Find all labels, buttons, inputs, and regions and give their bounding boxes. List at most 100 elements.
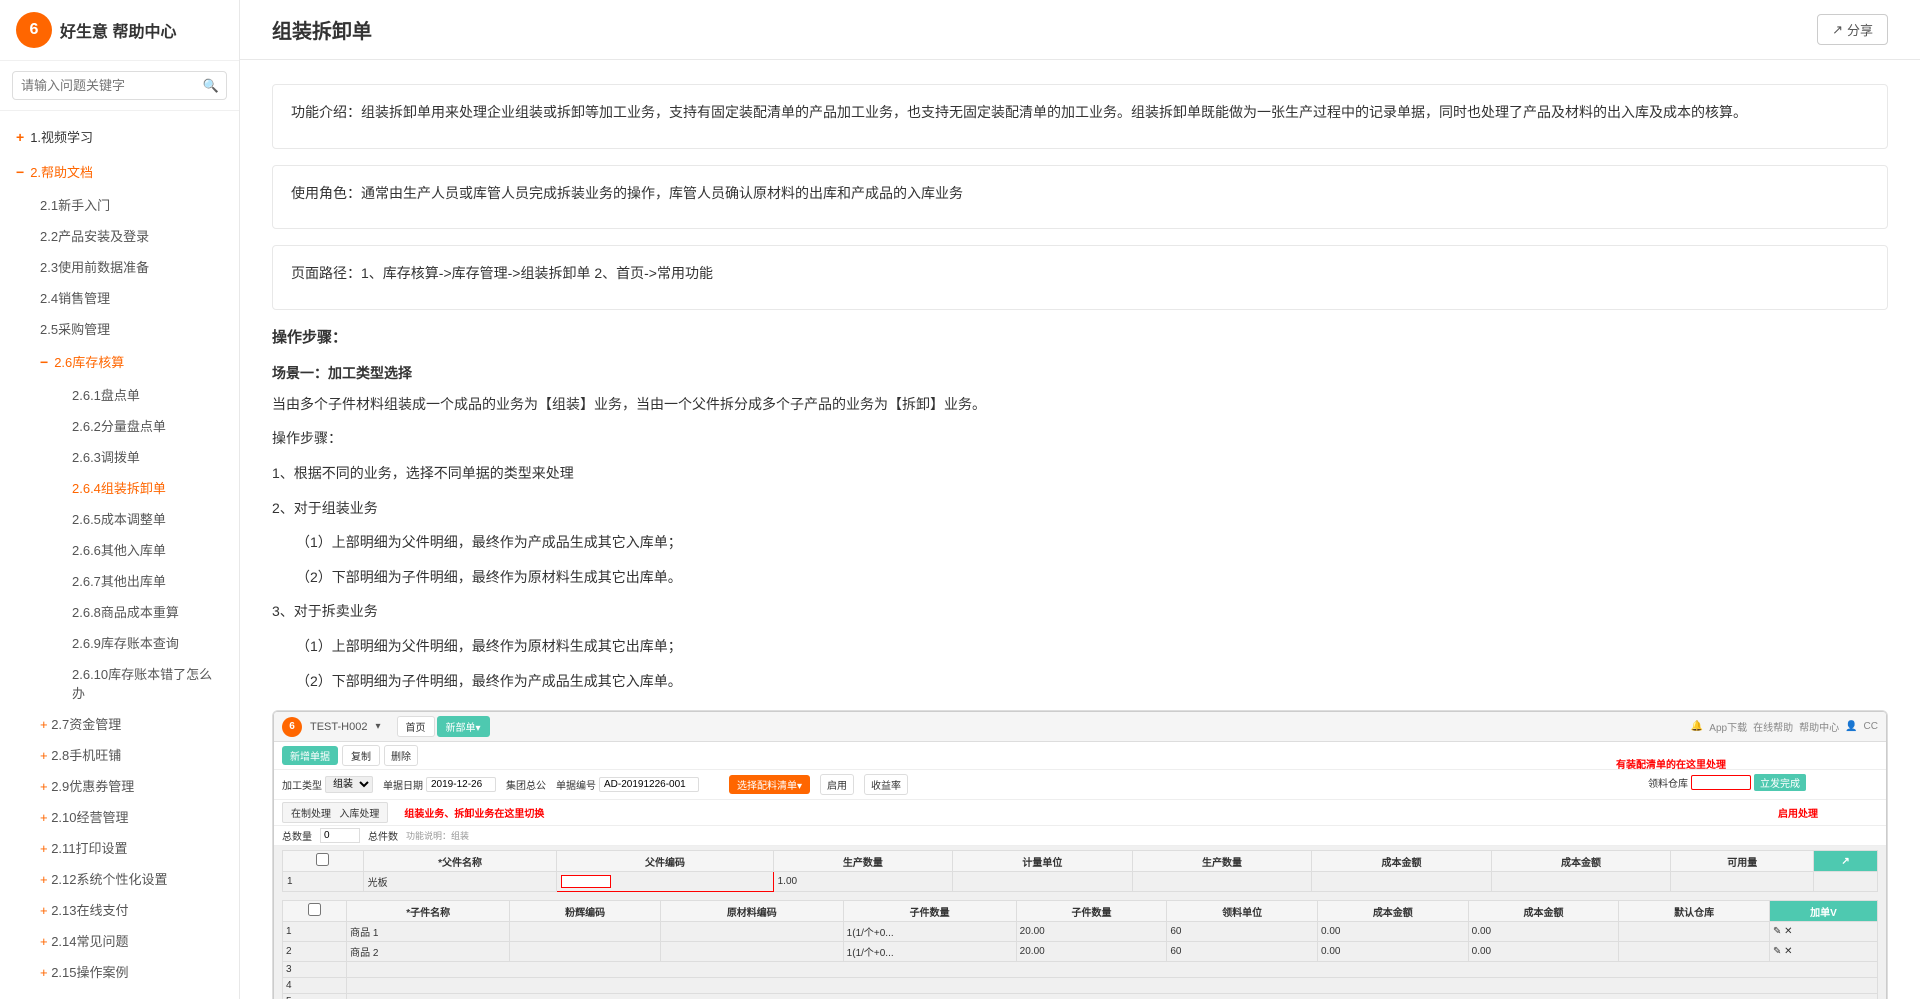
sim-row2-edit-icon[interactable]: ✎ xyxy=(1773,946,1781,957)
sim-input-qty[interactable] xyxy=(320,828,360,843)
sim-input-warehouse[interactable] xyxy=(1691,775,1751,790)
sim-lower-th-wh: 默认仓库 xyxy=(1619,901,1770,922)
sidebar-item-2-9[interactable]: + 2.9优惠券管理 xyxy=(24,770,239,801)
sim-dropdown-icon: ▾ xyxy=(375,721,380,732)
sim-lower-row2-num: 2 xyxy=(283,942,347,962)
sim-lower-row2-cost1: 0.00 xyxy=(1317,942,1468,962)
main-content: 功能介绍：组装拆卸单用来处理企业组装或拆卸等加工业务，支持有固定装配清单的产品加… xyxy=(240,60,1920,999)
sim-field-docno: 单据编号 xyxy=(556,777,699,792)
search-input[interactable] xyxy=(12,71,227,100)
sidebar: 6 好生意 帮助中心 🔍 + 1.视频学习 − 2.帮助文档 2.1新手入门 2… xyxy=(0,0,240,999)
sidebar-item-2-12[interactable]: + 2.12系统个性化设置 xyxy=(24,863,239,894)
sidebar-sub-2-6: 2.6.1盘点单 2.6.2分量盘点单 2.6.3调拨单 2.6.4组装拆卸单 … xyxy=(24,379,239,708)
sim-row2-del-icon[interactable]: ✕ xyxy=(1784,946,1792,957)
sim-lower-row1-wh xyxy=(1619,922,1770,942)
sidebar-item-1[interactable]: + 1.视频学习 xyxy=(0,119,239,154)
sidebar-item-2-6-4[interactable]: 2.6.4组装拆卸单 xyxy=(56,472,239,503)
ops-section: 操作步骤： 场景一：加工类型选择 当由多个子件材料组装成一个成品的业务为【组装】… xyxy=(272,326,1888,694)
expand-icon-1: + xyxy=(16,129,24,145)
sim-icon-center: 帮助中心 xyxy=(1799,719,1839,734)
sim-lower-row1-code2 xyxy=(660,922,843,942)
ops-title: 操作步骤： xyxy=(272,326,1888,347)
sim-upper-row1-code[interactable] xyxy=(557,872,773,892)
logo-icon: 6 xyxy=(16,12,52,48)
sim-lower-row1-cost1: 0.00 xyxy=(1317,922,1468,942)
sim-input-date[interactable] xyxy=(426,777,496,792)
sim-upper-row1-qty2 xyxy=(1132,872,1312,892)
sim-input-docno[interactable] xyxy=(599,777,699,792)
role-text: 使用角色：通常由生产人员或库管人员完成拆装业务的操作，库管人员确认原材料的出库和… xyxy=(291,180,1869,207)
step3: 3、对于拆卖业务 xyxy=(272,598,1888,625)
sidebar-item-2-6-8[interactable]: 2.6.8商品成本重算 xyxy=(56,596,239,627)
sim-btn-new[interactable]: 新增单据 xyxy=(282,746,338,765)
sidebar-item-2-15[interactable]: + 2.15操作案例 xyxy=(24,956,239,987)
sim-process-label: 在制处理 入库处理 xyxy=(282,802,388,823)
annotation-process: 启用处理 xyxy=(1778,805,1818,820)
sim-btn-extra[interactable]: 启用 xyxy=(820,774,854,795)
search-icon: 🔍 xyxy=(203,78,219,94)
sim-type-row: 组装业务、拆卸业务在这里切换 xyxy=(404,805,544,820)
sidebar-item-2-3[interactable]: 2.3使用前数据准备 xyxy=(24,251,239,282)
sim-qty-label: 总数量 xyxy=(282,828,312,843)
sidebar-item-2-6-10[interactable]: 2.6.10库存账本错了怎么办 xyxy=(56,658,239,708)
sim-upper-row1-cost2 xyxy=(1491,872,1671,892)
sim-upper-row1-avail xyxy=(1671,872,1814,892)
step2-sub2: （2）下部明细为子件明细，最终作为原材料生成其它出库单。 xyxy=(296,564,1888,591)
sidebar-item-2-8[interactable]: + 2.8手机旺铺 xyxy=(24,739,239,770)
scene1-title: 场景一：加工类型选择 xyxy=(272,363,1888,383)
share-icon: ↗ xyxy=(1832,22,1843,38)
sim-lower-row2-action: ✎ ✕ xyxy=(1769,942,1877,962)
sim-row1-del-icon[interactable]: ✕ xyxy=(1784,926,1792,937)
sim-tab-new[interactable]: 新部单▾ xyxy=(437,716,490,737)
sidebar-item-2-1[interactable]: 2.1新手入门 xyxy=(24,189,239,220)
sidebar-item-2-4[interactable]: 2.4销售管理 xyxy=(24,282,239,313)
sim-tab-home[interactable]: 首页 xyxy=(397,716,435,737)
sim-lower-row1-unit: 60 xyxy=(1167,922,1318,942)
sidebar-item-2-label: 2.帮助文档 xyxy=(30,162,93,181)
sidebar-item-2-14[interactable]: + 2.14常见问题 xyxy=(24,925,239,956)
sim-lower-row1-code1 xyxy=(510,922,661,942)
sim-row1-edit-icon[interactable]: ✎ xyxy=(1773,926,1781,937)
sim-confirm-btn[interactable]: 立发完成 xyxy=(1754,774,1806,791)
share-button[interactable]: ↗ 分享 xyxy=(1817,14,1888,45)
sim-lower-th-checkbox[interactable] xyxy=(308,903,321,916)
sim-upper-th-check[interactable] xyxy=(316,853,329,866)
search-bar[interactable]: 🔍 xyxy=(0,61,239,111)
sim-btn-copy[interactable]: 复制 xyxy=(342,745,380,766)
sidebar-sub-2: 2.1新手入门 2.2产品安装及登录 2.3使用前数据准备 2.4销售管理 2.… xyxy=(0,189,239,987)
annotation-type: 组装业务、拆卸业务在这里切换 xyxy=(404,809,544,820)
sidebar-item-2-6-6[interactable]: 2.6.6其他入库单 xyxy=(56,534,239,565)
sidebar-item-2-6-3[interactable]: 2.6.3调拨单 xyxy=(56,441,239,472)
sidebar-item-2-6-5[interactable]: 2.6.5成本调整单 xyxy=(56,503,239,534)
sidebar-item-2-10[interactable]: + 2.10经营管理 xyxy=(24,801,239,832)
nav-list: + 1.视频学习 − 2.帮助文档 2.1新手入门 2.2产品安装及登录 2.3… xyxy=(0,111,239,995)
sim-lower-row-2: 2 商品 2 1(1/个+0... 20.00 60 0.00 0.00 xyxy=(283,942,1878,962)
sim-upper-row1-qty: 1.00 xyxy=(773,872,953,892)
sidebar-item-2-6-2[interactable]: 2.6.2分量盘点单 xyxy=(56,410,239,441)
sidebar-item-2-13[interactable]: + 2.13在线支付 xyxy=(24,894,239,925)
sim-upper-input-code[interactable] xyxy=(561,875,611,888)
sidebar-item-2-2[interactable]: 2.2产品安装及登录 xyxy=(24,220,239,251)
sidebar-item-2-6-7[interactable]: 2.6.7其他出库单 xyxy=(56,565,239,596)
sim-btn-bom[interactable]: 选择配料清单▾ xyxy=(729,775,810,794)
sim-btn-del[interactable]: 删除 xyxy=(384,745,418,766)
sim-upper-th-action: ↗ xyxy=(1814,851,1878,872)
sidebar-item-2-11[interactable]: + 2.11打印设置 xyxy=(24,832,239,863)
step3-sub2: （2）下部明细为子件明细，最终作为产成品生成其它入库单。 xyxy=(296,668,1888,695)
sidebar-item-2[interactable]: − 2.帮助文档 xyxy=(0,154,239,189)
sidebar-item-2-6[interactable]: − 2.6库存核算 xyxy=(24,344,239,379)
sim-upper-th-code: 父件编码 xyxy=(557,851,773,872)
sim-lower-th-cost2: 成本金额 xyxy=(1468,901,1619,922)
sidebar-item-2-5[interactable]: 2.5采购管理 xyxy=(24,313,239,344)
sim-upper-th-qty: 生产数量 xyxy=(773,851,953,872)
main-header: 组装拆卸单 ↗ 分享 xyxy=(240,0,1920,60)
sim-lower-th-check xyxy=(283,901,347,922)
sim-lower-th-qty2: 子件数量 xyxy=(1016,901,1167,922)
sim-select-type[interactable]: 组装 拆卸 xyxy=(325,776,373,793)
sim-upper-th-qty2: 生产数量 xyxy=(1132,851,1312,872)
sim-btn-rate[interactable]: 收益率 xyxy=(864,774,908,795)
sidebar-item-2-6-9[interactable]: 2.6.9库存账本查询 xyxy=(56,627,239,658)
sidebar-item-2-6-1[interactable]: 2.6.1盘点单 xyxy=(56,379,239,410)
sidebar-item-2-7[interactable]: + 2.7资金管理 xyxy=(24,708,239,739)
sim-field-type: 加工类型 组装 拆卸 xyxy=(282,776,373,793)
